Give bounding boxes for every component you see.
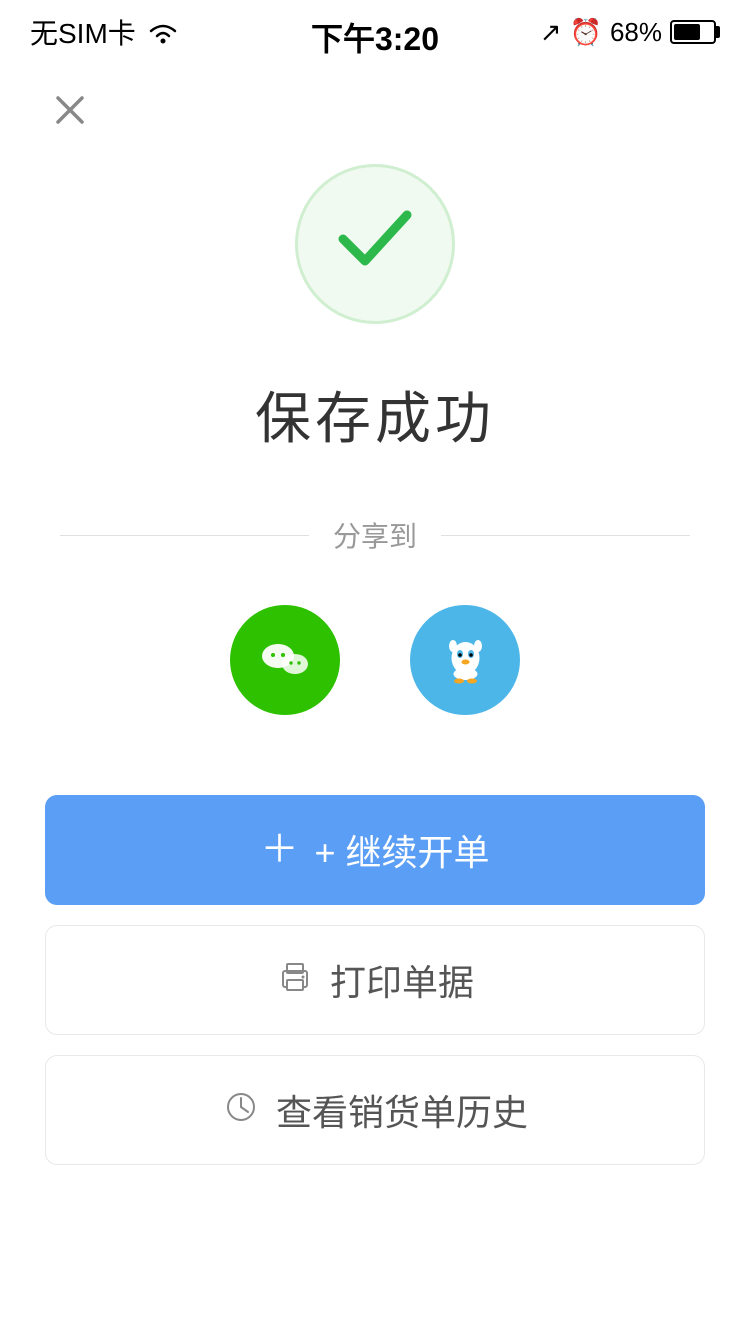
close-button[interactable] (40, 80, 100, 140)
wifi-icon (146, 19, 180, 45)
printer-icon (276, 958, 314, 1003)
status-carrier: 无SIM卡 (30, 12, 180, 52)
divider-line-left (60, 535, 309, 536)
status-time: 下午3:20 (311, 14, 439, 60)
plus-icon: ＋ (260, 831, 298, 869)
location-icon: ↗ (540, 17, 562, 48)
alarm-icon: ⏰ (570, 17, 602, 48)
action-buttons: ＋ + 继续开单 打印单据 查看销货单 (45, 795, 705, 1165)
battery-icon (670, 20, 720, 44)
print-label: 打印单据 (330, 954, 474, 1006)
history-button[interactable]: 查看销货单历史 (45, 1055, 705, 1165)
main-content: 保存成功 分享到 (0, 64, 750, 1165)
success-circle (295, 164, 455, 324)
divider-line-right (441, 535, 690, 536)
qq-share-button[interactable] (410, 605, 520, 715)
battery-percent: 68% (610, 17, 662, 48)
share-divider: 分享到 (0, 515, 750, 555)
carrier-text: 无SIM卡 (30, 12, 136, 52)
history-label: 查看销货单历史 (276, 1084, 528, 1136)
print-button[interactable]: 打印单据 (45, 925, 705, 1035)
status-bar: 无SIM卡 下午3:20 ↗ ⏰ 68% (0, 0, 750, 64)
clock-icon (222, 1088, 260, 1133)
status-right: ↗ ⏰ 68% (540, 17, 720, 48)
continue-order-button[interactable]: ＋ + 继续开单 (45, 795, 705, 905)
check-icon (335, 203, 415, 286)
share-icons (230, 605, 520, 715)
wechat-share-button[interactable] (230, 605, 340, 715)
success-title: 保存成功 (255, 374, 495, 455)
share-label: 分享到 (309, 515, 441, 555)
continue-order-label: + 继续开单 (314, 824, 489, 876)
